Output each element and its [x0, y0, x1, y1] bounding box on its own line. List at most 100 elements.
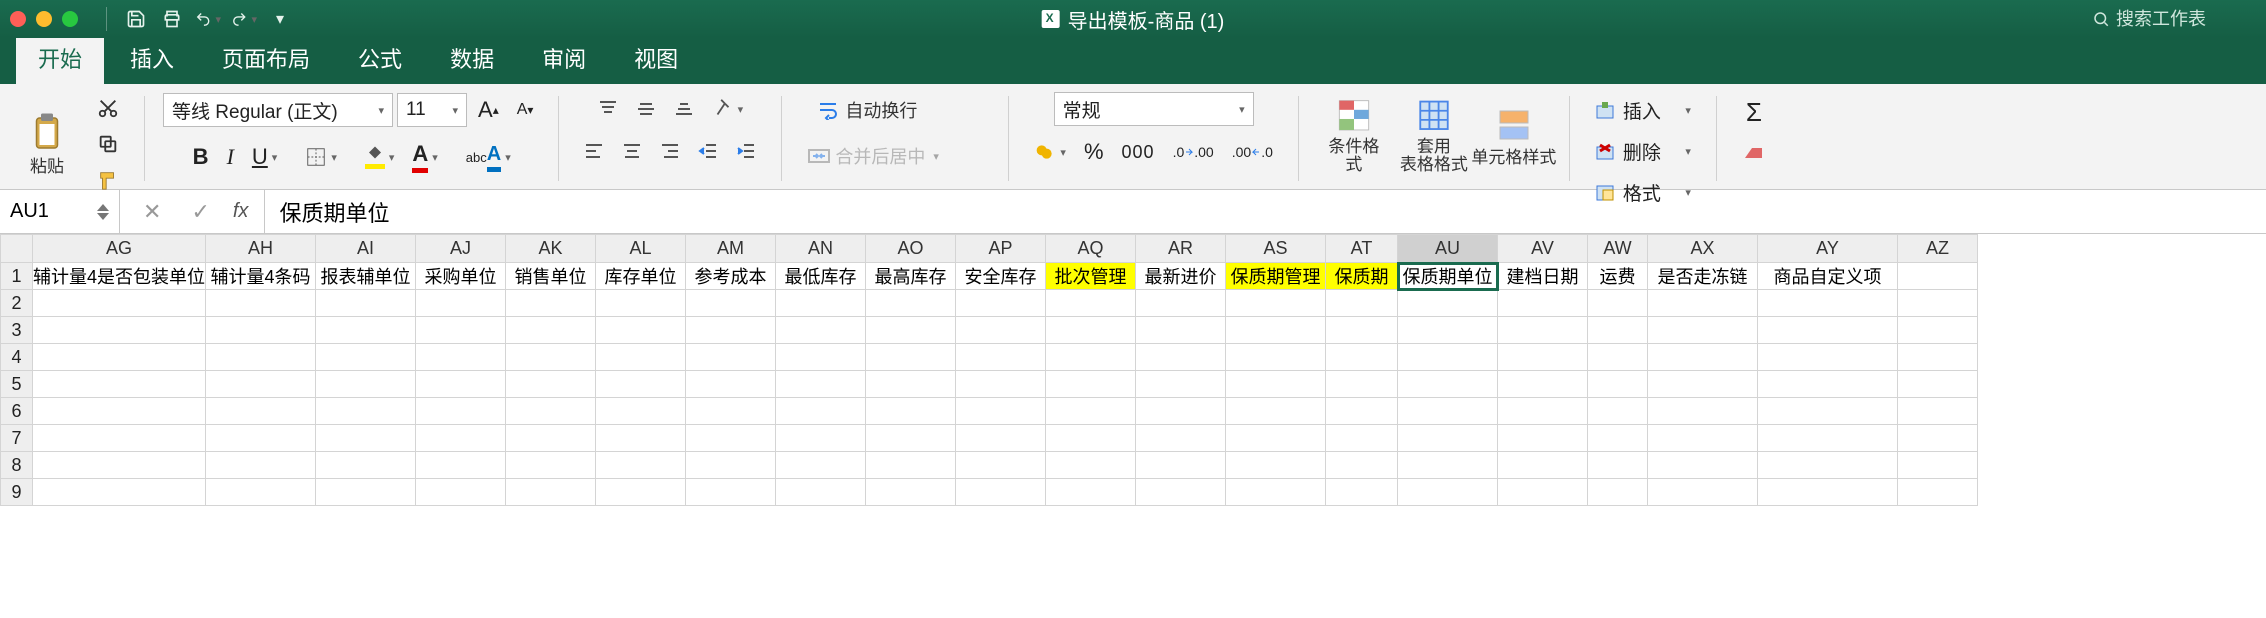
- cell-AI4[interactable]: [316, 344, 416, 371]
- cell-AT5[interactable]: [1326, 371, 1398, 398]
- cell-AQ8[interactable]: [1046, 452, 1136, 479]
- tab-6[interactable]: 视图: [612, 34, 700, 84]
- row-header-2[interactable]: 2: [1, 290, 33, 317]
- decrease-decimal-button[interactable]: .00.0: [1225, 139, 1280, 165]
- col-header-AT[interactable]: AT: [1326, 235, 1398, 263]
- cell-AT6[interactable]: [1326, 398, 1398, 425]
- cell-AX8[interactable]: [1648, 452, 1758, 479]
- row-header-6[interactable]: 6: [1, 398, 33, 425]
- cell-AX3[interactable]: [1648, 317, 1758, 344]
- cancel-formula-button[interactable]: ✕: [136, 194, 168, 230]
- cell-AP3[interactable]: [956, 317, 1046, 344]
- cell-AP5[interactable]: [956, 371, 1046, 398]
- cut-button[interactable]: [90, 92, 126, 124]
- cell-AG5[interactable]: [33, 371, 206, 398]
- col-header-AH[interactable]: AH: [206, 235, 316, 263]
- cell-AU9[interactable]: [1398, 479, 1498, 506]
- search-sheet-input[interactable]: [2116, 9, 2256, 30]
- cell-AN3[interactable]: [776, 317, 866, 344]
- cell-AS7[interactable]: [1226, 425, 1326, 452]
- col-header-AK[interactable]: AK: [506, 235, 596, 263]
- cell-AM6[interactable]: [686, 398, 776, 425]
- cell-AR4[interactable]: [1136, 344, 1226, 371]
- cell-AI5[interactable]: [316, 371, 416, 398]
- clear-button[interactable]: [1735, 137, 1773, 167]
- cell-AP6[interactable]: [956, 398, 1046, 425]
- cell-AO2[interactable]: [866, 290, 956, 317]
- cell-AP4[interactable]: [956, 344, 1046, 371]
- cell-AH6[interactable]: [206, 398, 316, 425]
- cell-AM1[interactable]: 参考成本: [686, 263, 776, 290]
- number-format-combo[interactable]: 常规▾: [1054, 92, 1254, 126]
- cell-AI3[interactable]: [316, 317, 416, 344]
- cell-AQ6[interactable]: [1046, 398, 1136, 425]
- cell-AT7[interactable]: [1326, 425, 1398, 452]
- cell-AJ4[interactable]: [416, 344, 506, 371]
- col-header-AP[interactable]: AP: [956, 235, 1046, 263]
- cell-AZ8[interactable]: [1898, 452, 1978, 479]
- tab-0[interactable]: 开始: [16, 34, 104, 84]
- cell-AZ1[interactable]: [1898, 263, 1978, 290]
- cell-AL5[interactable]: [596, 371, 686, 398]
- cell-AJ5[interactable]: [416, 371, 506, 398]
- cell-AH4[interactable]: [206, 344, 316, 371]
- cell-AY7[interactable]: [1758, 425, 1898, 452]
- cell-AH2[interactable]: [206, 290, 316, 317]
- cell-AG4[interactable]: [33, 344, 206, 371]
- align-top-button[interactable]: [591, 92, 625, 126]
- format-cells-button[interactable]: 格式▾: [1588, 174, 1698, 211]
- cell-AO3[interactable]: [866, 317, 956, 344]
- cell-AL1[interactable]: 库存单位: [596, 263, 686, 290]
- cell-AV5[interactable]: [1498, 371, 1588, 398]
- cell-AR3[interactable]: [1136, 317, 1226, 344]
- cell-AK2[interactable]: [506, 290, 596, 317]
- cell-AH7[interactable]: [206, 425, 316, 452]
- bold-button[interactable]: B: [186, 139, 216, 175]
- cell-AW3[interactable]: [1588, 317, 1648, 344]
- cell-AP8[interactable]: [956, 452, 1046, 479]
- cell-AI9[interactable]: [316, 479, 416, 506]
- cell-AR9[interactable]: [1136, 479, 1226, 506]
- cell-AW6[interactable]: [1588, 398, 1648, 425]
- cell-AO4[interactable]: [866, 344, 956, 371]
- cell-AW9[interactable]: [1588, 479, 1648, 506]
- cell-AS6[interactable]: [1226, 398, 1326, 425]
- cell-AM2[interactable]: [686, 290, 776, 317]
- cell-AL8[interactable]: [596, 452, 686, 479]
- cell-AT4[interactable]: [1326, 344, 1398, 371]
- col-header-AU[interactable]: AU: [1398, 235, 1498, 263]
- format-as-table-button[interactable]: 套用 表格格式: [1397, 92, 1471, 180]
- cell-AZ2[interactable]: [1898, 290, 1978, 317]
- zoom-window-button[interactable]: [62, 11, 78, 27]
- decrease-indent-button[interactable]: [691, 136, 725, 166]
- fill-color-button[interactable]: ▾: [358, 140, 402, 174]
- cell-AX7[interactable]: [1648, 425, 1758, 452]
- cell-AT1[interactable]: 保质期: [1326, 263, 1398, 290]
- underline-button[interactable]: U▾: [245, 139, 284, 175]
- align-center-button[interactable]: [615, 134, 649, 168]
- increase-decimal-button[interactable]: .0.00: [1166, 139, 1221, 165]
- cell-AV9[interactable]: [1498, 479, 1588, 506]
- minimize-window-button[interactable]: [36, 11, 52, 27]
- tab-5[interactable]: 审阅: [520, 34, 608, 84]
- cell-AY2[interactable]: [1758, 290, 1898, 317]
- col-header-AS[interactable]: AS: [1226, 235, 1326, 263]
- col-header-AG[interactable]: AG: [33, 235, 206, 263]
- customize-qat-icon[interactable]: ▾: [267, 6, 293, 32]
- phonetic-guide-button[interactable]: abcA▾: [459, 138, 518, 177]
- cell-AS8[interactable]: [1226, 452, 1326, 479]
- cell-AN2[interactable]: [776, 290, 866, 317]
- cell-AY8[interactable]: [1758, 452, 1898, 479]
- name-box[interactable]: [0, 190, 120, 233]
- cell-AN5[interactable]: [776, 371, 866, 398]
- fx-icon[interactable]: fx: [233, 200, 249, 223]
- col-header-AX[interactable]: AX: [1648, 235, 1758, 263]
- font-color-button[interactable]: A▾: [405, 136, 444, 178]
- row-header-4[interactable]: 4: [1, 344, 33, 371]
- cell-AY4[interactable]: [1758, 344, 1898, 371]
- cell-AU7[interactable]: [1398, 425, 1498, 452]
- cell-AP7[interactable]: [956, 425, 1046, 452]
- cell-AN1[interactable]: 最低库存: [776, 263, 866, 290]
- cell-AN7[interactable]: [776, 425, 866, 452]
- cell-AQ4[interactable]: [1046, 344, 1136, 371]
